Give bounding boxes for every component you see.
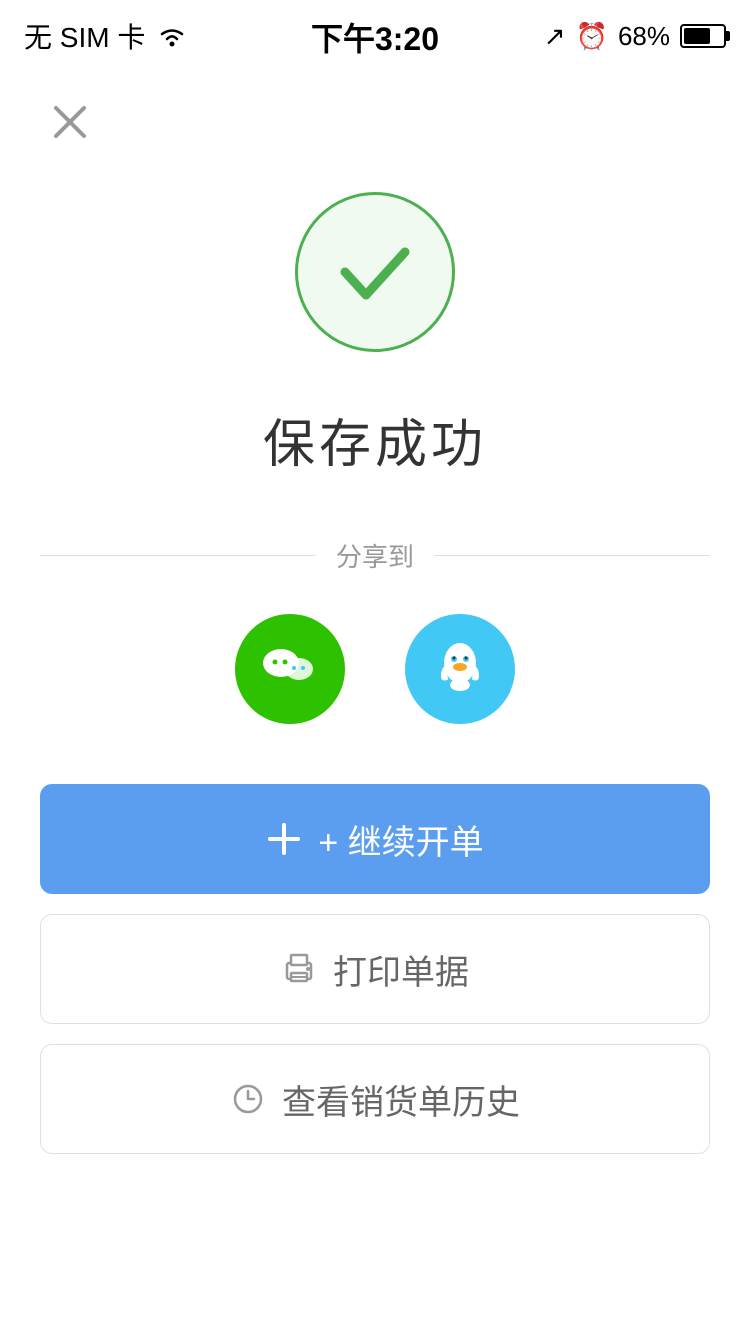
success-icon-circle [295,192,455,352]
carrier-text: 无 SIM 卡 [24,16,145,56]
success-title: 保存成功 [263,402,487,477]
share-section: 分享到 [40,537,710,724]
status-left: 无 SIM 卡 [24,16,189,56]
print-button[interactable]: 打印单据 [40,914,710,1024]
close-button[interactable] [40,92,100,152]
continue-label: + 继续开单 [318,815,483,864]
qq-icon [426,635,494,703]
main-content: 保存成功 分享到 [0,172,750,1194]
qq-share-button[interactable] [405,614,515,724]
plus-icon [266,821,302,857]
print-label: 打印单据 [333,945,469,994]
checkmark-icon [330,227,420,317]
location-icon: ↗ [544,21,566,52]
status-bar: 无 SIM 卡 下午3:20 ↗ ⏰ 68% [0,0,750,72]
wifi-icon [155,24,189,48]
action-buttons: + 继续开单 打印单据 查看销货单历史 [40,784,710,1154]
status-right: ↗ ⏰ 68% [544,21,726,52]
share-icons [40,614,710,724]
wechat-share-button[interactable] [235,614,345,724]
battery-icon [680,24,726,48]
status-time: 下午3:20 [311,14,439,60]
history-label: 查看销货单历史 [282,1075,520,1124]
close-area [0,72,750,172]
battery-percent: 68% [618,21,670,52]
history-icon [230,1081,266,1117]
share-divider: 分享到 [40,537,710,574]
history-button[interactable]: 查看销货单历史 [40,1044,710,1154]
continue-button[interactable]: + 继续开单 [40,784,710,894]
printer-icon [281,951,317,987]
share-label: 分享到 [336,537,414,574]
alarm-icon: ⏰ [576,21,608,52]
wechat-icon [256,635,324,703]
